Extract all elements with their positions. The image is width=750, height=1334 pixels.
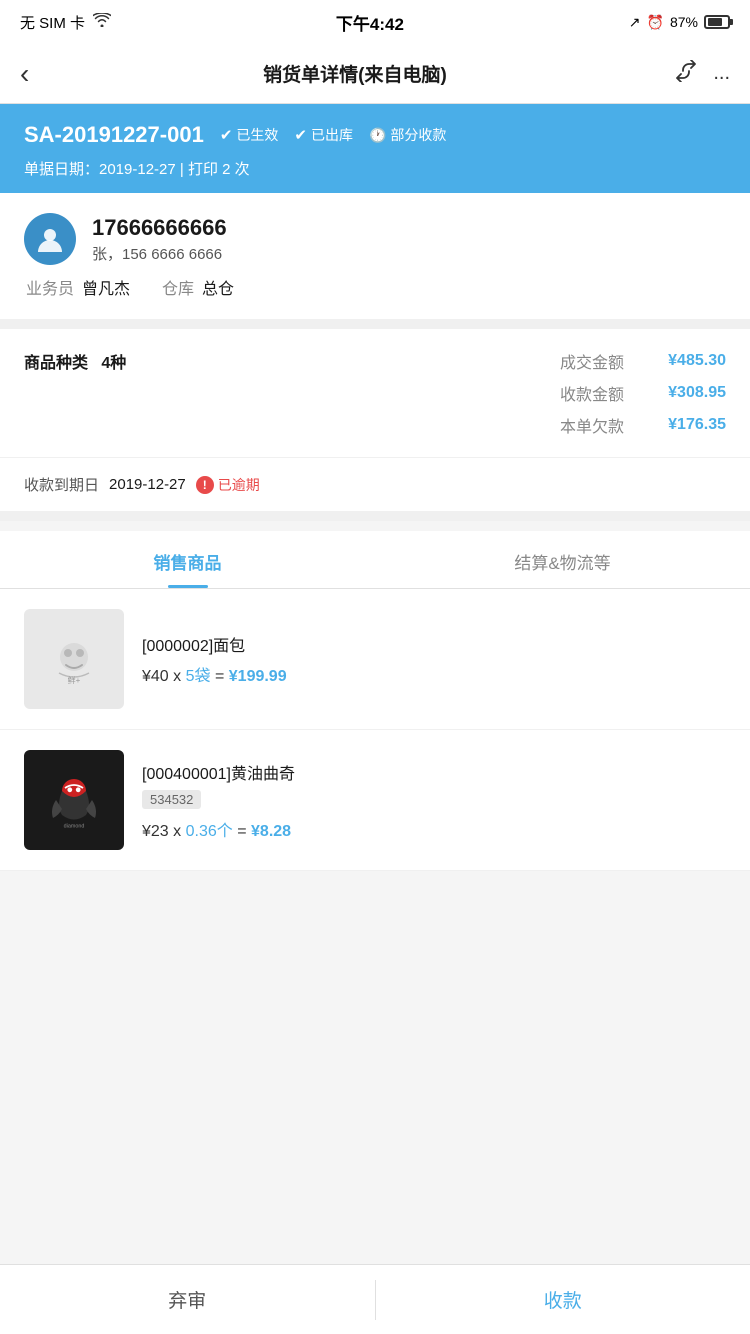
due-label: 本单欠款 bbox=[560, 413, 624, 437]
order-id: SA-20191227-001 bbox=[24, 122, 204, 148]
warehouse-label: 仓库 bbox=[162, 275, 194, 299]
received-row: 收款金额 ¥308.95 bbox=[560, 381, 726, 405]
product-price-1: ¥40 x 5袋 = ¥199.99 bbox=[142, 662, 726, 686]
due-row: 本单欠款 ¥176.35 bbox=[560, 413, 726, 437]
share-icon[interactable] bbox=[675, 60, 697, 88]
product-sku-2: 534532 bbox=[142, 790, 201, 809]
product-thumb-2: diamond bbox=[24, 750, 124, 850]
status-shipped: ✔ 已出库 bbox=[294, 125, 353, 145]
received-value: ¥308.95 bbox=[636, 384, 726, 402]
sales-label: 业务员 bbox=[26, 275, 74, 299]
due-date-section: 收款到期日 2019-12-27 ! 已逾期 bbox=[0, 457, 750, 511]
status-effective: ✔ 已生效 bbox=[220, 125, 279, 145]
received-label: 收款金额 bbox=[560, 381, 624, 405]
tabs-bar: 销售商品 结算&物流等 bbox=[0, 531, 750, 589]
bottom-spacer bbox=[0, 871, 750, 951]
list-item: diamond [000400001]黄油曲奇 534532 ¥23 x 0.3… bbox=[0, 730, 750, 871]
product-list: 鲜+ [0000002]面包 ¥40 x 5袋 = ¥199.99 bbox=[0, 589, 750, 871]
category-info: 商品种类 4种 bbox=[24, 349, 126, 373]
customer-card: 17666666666 张，156 6666 6666 业务员 曾凡杰 仓库 总… bbox=[0, 193, 750, 319]
location-icon: ↗ bbox=[629, 14, 641, 31]
customer-info: 17666666666 张，156 6666 6666 bbox=[92, 215, 227, 264]
order-id-row: SA-20191227-001 ✔ 已生效 ✔ 已出库 🕐 部分收款 bbox=[24, 122, 726, 148]
product-thumb-1: 鲜+ bbox=[24, 609, 124, 709]
customer-name-sub: 张，156 6666 6666 bbox=[92, 243, 227, 264]
confirm-button[interactable]: 收款 bbox=[376, 1265, 750, 1334]
due-date-value: 2019-12-27 bbox=[109, 476, 186, 493]
qty-2: 0.36个 bbox=[186, 823, 233, 840]
qty-1: 5袋 bbox=[186, 668, 211, 685]
category-value: 4种 bbox=[101, 355, 126, 372]
warehouse-value: 总仓 bbox=[202, 275, 234, 299]
status-bar: 无 SIM 卡 下午4:42 ↗ ⏰ 87% bbox=[0, 0, 750, 44]
list-item: 鲜+ [0000002]面包 ¥40 x 5袋 = ¥199.99 bbox=[0, 589, 750, 730]
alarm-icon: ⏰ bbox=[647, 14, 664, 31]
cancel-button[interactable]: 弃审 bbox=[0, 1265, 375, 1334]
customer-top: 17666666666 张，156 6666 6666 bbox=[24, 213, 726, 265]
page-title: 销货单详情(来自电脑) bbox=[60, 60, 650, 87]
nav-actions: ... bbox=[650, 60, 730, 88]
check-icon-1: ✔ bbox=[220, 126, 233, 144]
deal-amount-value: ¥485.30 bbox=[636, 352, 726, 370]
check-icon-2: ✔ bbox=[294, 126, 307, 144]
warehouse: 仓库 总仓 bbox=[162, 275, 234, 299]
summary-section: 商品种类 4种 成交金额 ¥485.30 收款金额 ¥308.95 本单欠款 ¥… bbox=[0, 329, 750, 457]
sales-value: 曾凡杰 bbox=[82, 275, 130, 299]
sales-person: 业务员 曾凡杰 bbox=[26, 275, 130, 299]
product-info-1: [0000002]面包 ¥40 x 5袋 = ¥199.99 bbox=[142, 632, 726, 686]
back-button[interactable]: ‹ bbox=[20, 58, 60, 90]
overdue-icon: ! bbox=[196, 476, 214, 494]
more-icon[interactable]: ... bbox=[713, 62, 730, 85]
battery-indicator bbox=[704, 15, 730, 29]
bottom-bar: 弃审 收款 bbox=[0, 1264, 750, 1334]
category-label: 商品种类 bbox=[24, 355, 88, 372]
carrier-text: 无 SIM 卡 bbox=[20, 12, 85, 33]
unit-price-1: ¥40 bbox=[142, 668, 169, 685]
avatar bbox=[24, 213, 76, 265]
clock-icon: 🕐 bbox=[369, 127, 386, 144]
deal-amount-row: 成交金额 ¥485.30 bbox=[560, 349, 726, 373]
tab-settlement[interactable]: 结算&物流等 bbox=[375, 531, 750, 588]
nav-bar: ‹ 销货单详情(来自电脑) ... bbox=[0, 44, 750, 104]
battery-percent: 87% bbox=[670, 14, 698, 30]
customer-phone: 17666666666 bbox=[92, 215, 227, 241]
tab-sales[interactable]: 销售商品 bbox=[0, 531, 375, 588]
product-name-2: [000400001]黄油曲奇 bbox=[142, 760, 726, 784]
status-time: 下午4:42 bbox=[336, 10, 404, 35]
overdue-text: 已逾期 bbox=[218, 475, 260, 495]
total-1: ¥199.99 bbox=[229, 668, 287, 685]
divider-1 bbox=[0, 319, 750, 329]
status-right: ↗ ⏰ 87% bbox=[629, 14, 730, 31]
summary-grid: 商品种类 4种 成交金额 ¥485.30 收款金额 ¥308.95 本单欠款 ¥… bbox=[24, 349, 726, 437]
status-left: 无 SIM 卡 bbox=[20, 12, 111, 33]
status-partial: 🕐 部分收款 bbox=[369, 125, 446, 145]
divider-2 bbox=[0, 511, 750, 521]
svg-text:鲜+: 鲜+ bbox=[68, 675, 81, 685]
total-2: ¥8.28 bbox=[251, 823, 291, 840]
customer-meta: 业务员 曾凡杰 仓库 总仓 bbox=[24, 275, 726, 299]
deal-amount-label: 成交金额 bbox=[560, 349, 624, 373]
due-date-label: 收款到期日 bbox=[24, 474, 99, 495]
product-name-1: [0000002]面包 bbox=[142, 632, 726, 656]
product-price-2: ¥23 x 0.36个 = ¥8.28 bbox=[142, 817, 726, 841]
amount-info: 成交金额 ¥485.30 收款金额 ¥308.95 本单欠款 ¥176.35 bbox=[560, 349, 726, 437]
overdue-badge: ! 已逾期 bbox=[196, 475, 260, 495]
svg-text:diamond: diamond bbox=[64, 824, 85, 830]
wifi-icon bbox=[93, 13, 111, 31]
product-info-2: [000400001]黄油曲奇 534532 ¥23 x 0.36个 = ¥8.… bbox=[142, 760, 726, 841]
unit-price-2: ¥23 bbox=[142, 823, 169, 840]
order-date: 单据日期：2019-12-27 | 打印 2 次 bbox=[24, 158, 726, 179]
due-value: ¥176.35 bbox=[636, 416, 726, 434]
order-header: SA-20191227-001 ✔ 已生效 ✔ 已出库 🕐 部分收款 单据日期：… bbox=[0, 104, 750, 193]
